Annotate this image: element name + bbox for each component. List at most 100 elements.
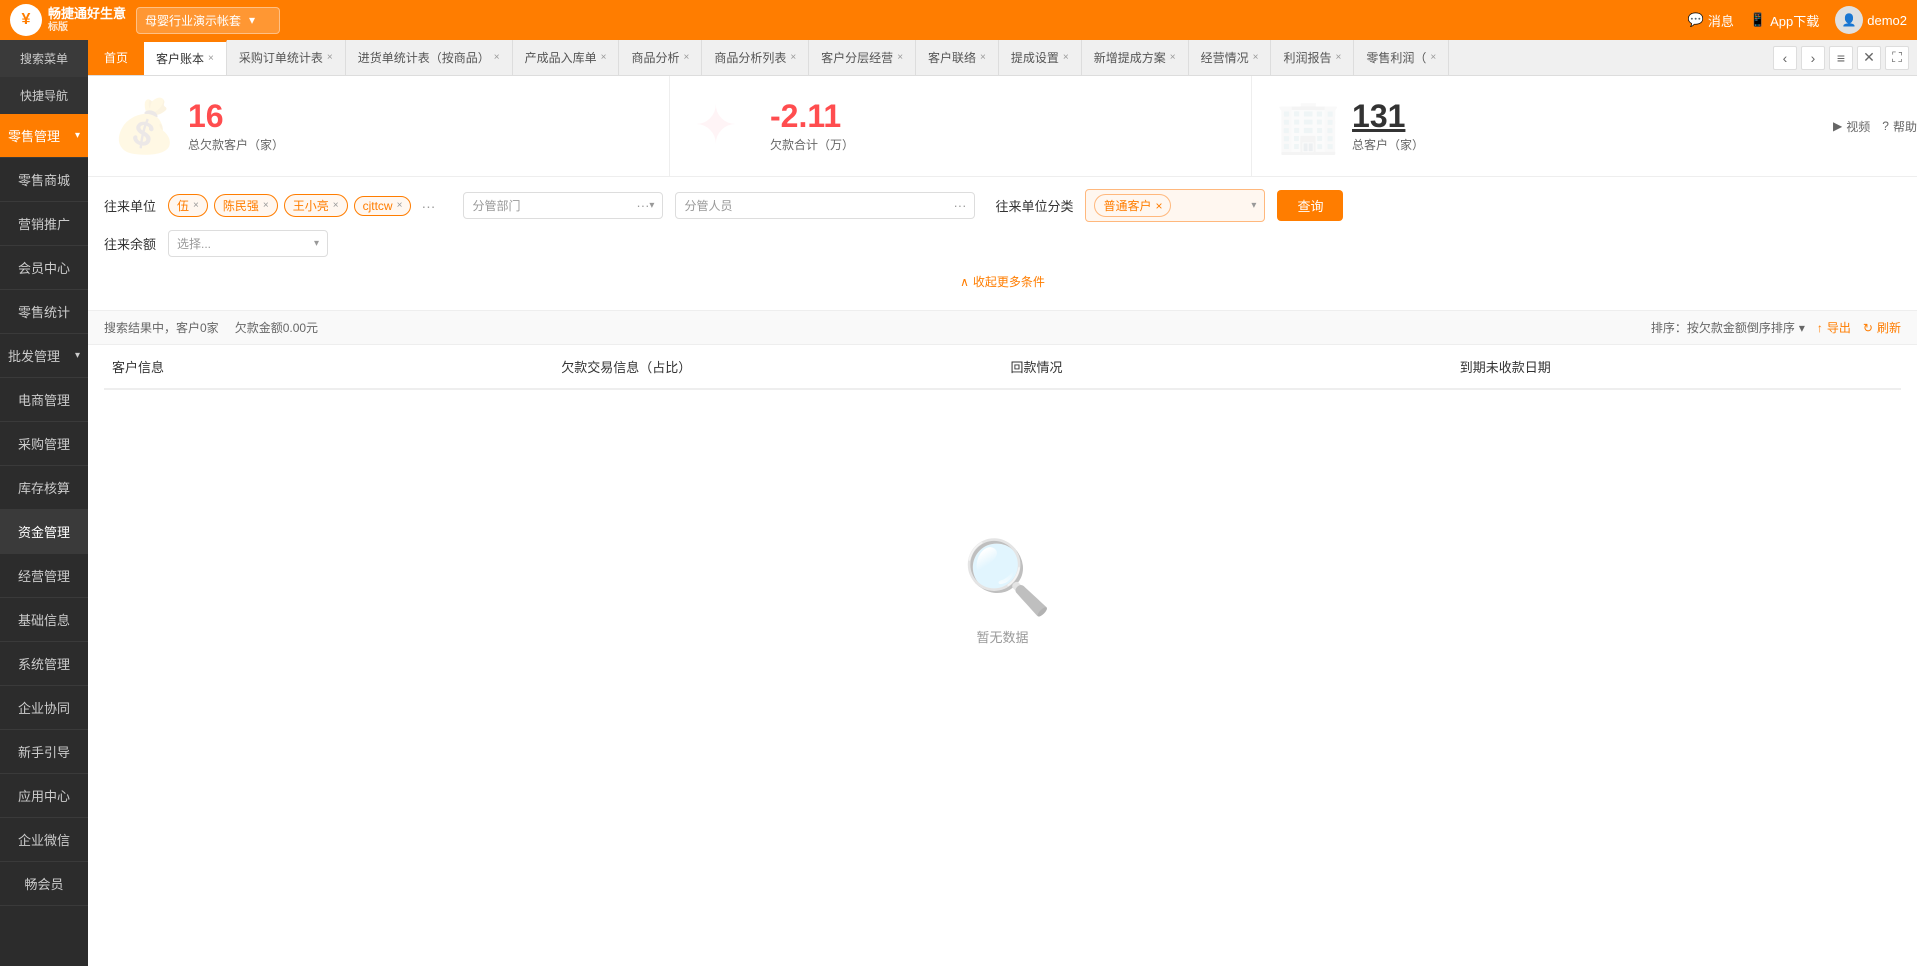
tab-goods-analysis-list-close[interactable]: × xyxy=(790,52,796,63)
tab-customer-contact[interactable]: 客户联络 × xyxy=(916,40,999,75)
tab-list-btn[interactable]: ≡ xyxy=(1829,46,1853,70)
tab-add-raise-label: 新增提成方案 xyxy=(1094,49,1166,66)
tab-goods-analysis[interactable]: 商品分析 × xyxy=(619,40,702,75)
tab-purchase-order-stats[interactable]: 采购订单统计表 × xyxy=(227,40,346,75)
sidebar-item-basic-info-label: 基础信息 xyxy=(18,613,70,628)
sidebar-item-marketing[interactable]: 营销推广 xyxy=(0,202,88,246)
tab-inbound-stats[interactable]: 进货单统计表（按商品） × xyxy=(346,40,513,75)
play-icon: ▶ xyxy=(1833,119,1842,133)
sidebar-item-member[interactable]: 会员中心 xyxy=(0,246,88,290)
user-area[interactable]: 👤 demo2 xyxy=(1835,6,1907,34)
sidebar-item-basic-info[interactable]: 基础信息 xyxy=(0,598,88,642)
sidebar-item-capital[interactable]: 资金管理 xyxy=(0,510,88,554)
tab-ops-status[interactable]: 经营情况 × xyxy=(1189,40,1272,75)
filter-area: 往来单位 伍 × 陈民强 × 王小亮 xyxy=(88,177,1917,311)
stat-label-customers: 总欠款客户（家） xyxy=(188,136,284,153)
stat-number-total: 131 xyxy=(1352,100,1424,132)
unit-tag-wu[interactable]: 伍 × xyxy=(168,194,208,217)
sidebar-item-newbie[interactable]: 新手引导 xyxy=(0,730,88,774)
sidebar-item-retail-stats[interactable]: 零售统计 xyxy=(0,290,88,334)
query-button[interactable]: 查询 xyxy=(1277,190,1343,221)
refresh-btn[interactable]: ↻ 刷新 xyxy=(1863,319,1901,336)
unit-tag-chen[interactable]: 陈民强 × xyxy=(214,194,278,217)
sidebar-item-purchase[interactable]: 采购管理 xyxy=(0,422,88,466)
industry-select[interactable]: 母婴行业演示帐套 ▾ xyxy=(136,7,280,34)
app-download-btn[interactable]: 📱 App下载 xyxy=(1750,11,1819,30)
sidebar-item-app-center[interactable]: 应用中心 xyxy=(0,774,88,818)
tab-customer-tier[interactable]: 客户分层经营 × xyxy=(809,40,916,75)
tab-profit-report[interactable]: 利润报告 × xyxy=(1271,40,1354,75)
tab-home[interactable]: 首页 xyxy=(88,40,144,75)
sidebar-item-vip-label: 畅会员 xyxy=(24,877,63,892)
tab-purchase-order-stats-close[interactable]: × xyxy=(327,52,333,63)
tab-customer-ledger-close[interactable]: × xyxy=(208,53,214,64)
quick-nav-label: 快捷导航 xyxy=(20,89,68,103)
unit-tag-wang-remove[interactable]: × xyxy=(333,200,339,211)
video-help-btn[interactable]: ▶ 视频 xyxy=(1833,118,1870,135)
dept-filter-select[interactable]: 分管部门 ··· ▾ xyxy=(463,192,663,219)
sort-select[interactable]: 排序：按欠款金额倒序排序 ▾ xyxy=(1651,319,1805,336)
tab-produce-inbound[interactable]: 产成品入库单 × xyxy=(513,40,620,75)
tab-inbound-stats-close[interactable]: × xyxy=(494,52,500,63)
tab-retail-profit[interactable]: 零售利润（ × xyxy=(1354,40,1449,75)
unit-tag-cjttcw[interactable]: cjttcw × xyxy=(354,196,412,216)
unit-tag-chen-remove[interactable]: × xyxy=(263,200,269,211)
unit-tag-wu-remove[interactable]: × xyxy=(193,200,199,211)
unit-class-tag-remove[interactable]: × xyxy=(1155,199,1162,213)
sidebar-item-enterprise-wx[interactable]: 企业微信 xyxy=(0,818,88,862)
sidebar-item-batch-mgmt[interactable]: 批发管理 ▾ xyxy=(0,334,88,378)
message-btn[interactable]: 💬 消息 xyxy=(1688,11,1734,30)
tab-customer-tier-close[interactable]: × xyxy=(897,52,903,63)
tab-raise-settings[interactable]: 提成设置 × xyxy=(999,40,1082,75)
tab-ops-status-close[interactable]: × xyxy=(1253,52,1259,63)
top-bar-right: 💬 消息 📱 App下载 👤 demo2 xyxy=(1688,6,1907,34)
sidebar-item-enterprise[interactable]: 企业协同 xyxy=(0,686,88,730)
search-count-text: 搜索结果中，客户0家 xyxy=(104,319,219,336)
logo-area: ¥ 畅捷通好生意 标版 xyxy=(10,4,126,36)
sidebar-item-ecommerce[interactable]: 电商管理 xyxy=(0,378,88,422)
stat-number-customers: 16 xyxy=(188,100,284,132)
filter-more-tags[interactable]: ··· xyxy=(417,196,439,216)
sidebar-item-inventory[interactable]: 库存核算 xyxy=(0,466,88,510)
tab-raise-settings-close[interactable]: × xyxy=(1063,52,1069,63)
tab-add-raise[interactable]: 新增提成方案 × xyxy=(1082,40,1189,75)
tab-customer-ledger[interactable]: 客户账本 × xyxy=(144,40,227,75)
table-header-col1: 客户信息 xyxy=(104,357,553,376)
person-filter-select[interactable]: 分管人员 ··· xyxy=(675,192,975,219)
search-menu-btn[interactable]: 搜索菜单 xyxy=(0,40,88,77)
tab-home-label: 首页 xyxy=(104,49,128,66)
tab-next-btn[interactable]: › xyxy=(1801,46,1825,70)
tab-retail-profit-close[interactable]: × xyxy=(1430,52,1436,63)
empty-text: 暂无数据 xyxy=(976,627,1028,646)
tab-inbound-stats-label: 进货单统计表（按商品） xyxy=(358,49,490,66)
unit-class-select[interactable]: 普通客户 × ▾ xyxy=(1085,189,1265,222)
tab-prev-btn[interactable]: ‹ xyxy=(1773,46,1797,70)
avatar: 👤 xyxy=(1835,6,1863,34)
tab-produce-inbound-close[interactable]: × xyxy=(601,52,607,63)
balance-filter-label: 往来余额 xyxy=(104,234,156,253)
sidebar-item-retail-mgmt[interactable]: 零售管理 ▾ xyxy=(0,114,88,158)
unit-tag-wang[interactable]: 王小亮 × xyxy=(284,194,348,217)
sidebar-item-vip[interactable]: 畅会员 xyxy=(0,862,88,906)
sidebar-item-sys-mgmt[interactable]: 系统管理 xyxy=(0,642,88,686)
tab-purchase-order-stats-label: 采购订单统计表 xyxy=(239,49,323,66)
tab-close-all-btn[interactable]: ✕ xyxy=(1857,46,1881,70)
quick-nav-btn[interactable]: 快捷导航 xyxy=(0,77,88,114)
export-btn[interactable]: ↑ 导出 xyxy=(1817,319,1851,336)
balance-filter-select[interactable]: 选择... ▾ xyxy=(168,230,328,257)
sidebar-item-operations[interactable]: 经营管理 xyxy=(0,554,88,598)
top-bar-left: ¥ 畅捷通好生意 标版 xyxy=(10,4,126,36)
tab-add-raise-close[interactable]: × xyxy=(1170,52,1176,63)
tab-customer-contact-close[interactable]: × xyxy=(980,52,986,63)
tab-goods-analysis-close[interactable]: × xyxy=(683,52,689,63)
tab-fullscreen-btn[interactable]: ⛶ xyxy=(1885,46,1909,70)
stat-icon-total: 🏢 xyxy=(1276,96,1336,156)
tab-profit-report-close[interactable]: × xyxy=(1335,52,1341,63)
tab-goods-analysis-list[interactable]: 商品分析列表 × xyxy=(702,40,809,75)
content-area: 首页 客户账本 × 采购订单统计表 × 进货单统计表（按商品） × 产成品入库单… xyxy=(88,40,1917,966)
sidebar-item-retail-mall[interactable]: 零售商城 xyxy=(0,158,88,202)
sidebar-item-newbie-label: 新手引导 xyxy=(18,745,70,760)
unit-tag-cjttcw-remove[interactable]: × xyxy=(397,200,403,211)
help-btn[interactable]: ? 帮助 xyxy=(1882,118,1917,135)
collapse-bar[interactable]: ∧ 收起更多条件 xyxy=(104,265,1901,298)
